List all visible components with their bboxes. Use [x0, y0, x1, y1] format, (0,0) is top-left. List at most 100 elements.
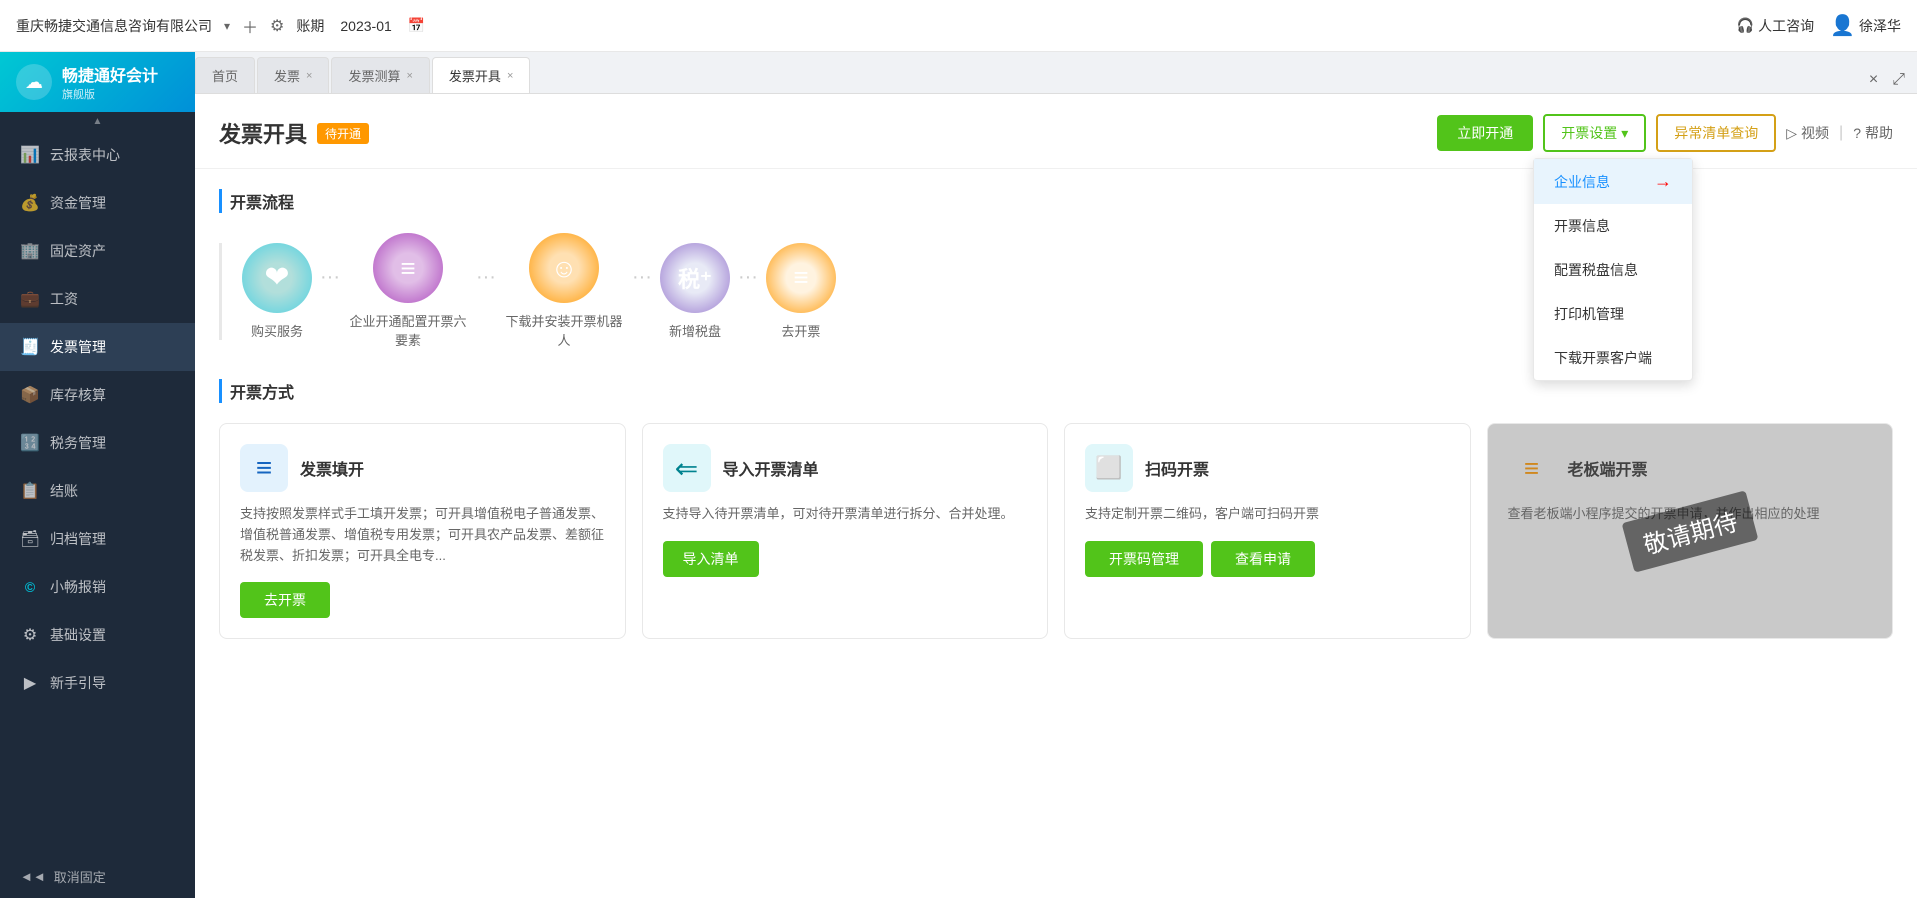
invoice-mgmt-icon: 🧾 — [20, 337, 40, 357]
logo-text: 畅捷通好会计 — [62, 62, 158, 86]
sidebar-item-basic-settings[interactable]: ⚙ 基础设置 — [0, 611, 195, 659]
period-value: 2023-01 — [340, 18, 391, 34]
step5-icon: ≡ — [766, 243, 836, 313]
method-card-scan: ⬜ 扫码开票 支持定制开票二维码，客户端可扫码开票 开票码管理 查看申请 — [1064, 423, 1471, 639]
company-dropdown-icon[interactable]: ▾ — [224, 19, 230, 33]
headphone-icon: 🎧 — [1737, 17, 1754, 34]
video-label: 视频 — [1801, 123, 1829, 143]
sidebar-label-accounting: 结账 — [50, 481, 78, 501]
sidebar-scroll-up[interactable]: ▲ — [0, 112, 195, 131]
invoice-info-label: 开票信息 — [1554, 216, 1610, 236]
sidebar-label-fixed-assets: 固定资产 — [50, 241, 106, 261]
sidebar-label-new-guide: 新手引导 — [50, 673, 106, 693]
human-consult[interactable]: 🎧 人工咨询 — [1737, 16, 1814, 36]
logo-icon: ☁ — [16, 64, 52, 100]
step3-symbol: ☺ — [551, 253, 578, 284]
sidebar-item-accounting[interactable]: 📋 结账 — [0, 467, 195, 515]
consult-label: 人工咨询 — [1758, 16, 1814, 36]
go-invoice-button[interactable]: 去开票 — [240, 582, 330, 618]
method-card-fill: ≡ 发票填开 支持按照发票样式手工填开发票；可开具增值税电子普通发票、增值税普通… — [219, 423, 626, 639]
methods-section: 开票方式 ≡ 发票填开 支持按照发票样式手工填开发票；可开具增值税电子普通发票、… — [195, 379, 1917, 659]
help-button[interactable]: ? 帮助 — [1853, 123, 1893, 143]
method-card-boss: ≡ 老板端开票 查看老板端小程序提交的开票申请，并作出相应的处理 敬请期待 — [1487, 423, 1894, 639]
printer-mgmt-label: 打印机管理 — [1554, 304, 1624, 324]
scan-icon: ⬜ — [1085, 444, 1133, 492]
dropdown-item-invoice-info[interactable]: 开票信息 — [1534, 204, 1692, 248]
settings-icon[interactable]: ⚙ — [270, 16, 284, 36]
step1-symbol: ❤ — [264, 260, 289, 295]
help-icon: ? — [1853, 125, 1861, 141]
sidebar-label-cloud-reports: 云报表中心 — [50, 145, 120, 165]
step2-label: 企业开通配置开票六要素 — [348, 311, 468, 349]
video-button[interactable]: ▷ 视频 — [1786, 123, 1829, 143]
xiaochang-icon: © — [20, 579, 40, 595]
tab-invoice-close[interactable]: × — [306, 70, 312, 82]
dropdown-item-tax-config[interactable]: 配置税盘信息 — [1534, 248, 1692, 292]
sidebar-nav: 📊 云报表中心 💰 资金管理 🏢 固定资产 💼 工资 🧾 发票管理 📦 — [0, 131, 195, 855]
user-name: 徐泽华 — [1859, 16, 1901, 36]
dropdown-item-printer-mgmt[interactable]: 打印机管理 — [1534, 292, 1692, 336]
tab-home[interactable]: 首页 — [195, 57, 255, 93]
content-area: 首页 发票 × 发票测算 × 发票开具 × × ⤢ — [195, 52, 1917, 898]
sidebar-item-archive[interactable]: 🗃 归档管理 — [0, 515, 195, 563]
arrow-4: ··· — [738, 266, 758, 289]
import-list-button[interactable]: 导入清单 — [663, 541, 759, 577]
invoice-settings-label: 开票设置 — [1561, 123, 1617, 143]
sidebar-item-salary[interactable]: 💼 工资 — [0, 275, 195, 323]
sidebar: ☁ 畅捷通好会计 旗舰版 ▲ 📊 云报表中心 💰 资金管理 🏢 固定资产 💼 — [0, 52, 195, 898]
view-apply-button[interactable]: 查看申请 — [1211, 541, 1315, 577]
sidebar-item-cloud-reports[interactable]: 📊 云报表中心 — [0, 131, 195, 179]
cancel-fixed-label: 取消固定 — [54, 867, 106, 886]
page-title-area: 发票开具 待开通 — [219, 117, 369, 149]
tab-invoice[interactable]: 发票 × — [257, 57, 329, 93]
methods-grid: ≡ 发票填开 支持按照发票样式手工填开发票；可开具增值税电子普通发票、增值税普通… — [219, 423, 1893, 639]
flow-step-5: ≡ 去开票 — [766, 243, 836, 340]
inventory-icon: 📦 — [20, 385, 40, 405]
close-window-btn[interactable]: × — [1865, 67, 1882, 93]
sidebar-item-fixed-assets[interactable]: 🏢 固定资产 — [0, 227, 195, 275]
header-right: 🎧 人工咨询 👤 徐泽华 — [1737, 13, 1901, 38]
tab-invoice-calc-close[interactable]: × — [406, 70, 412, 82]
tab-bar: 首页 发票 × 发票测算 × 发票开具 × × ⤢ — [195, 52, 1917, 94]
logo-sub: 旗舰版 — [62, 86, 158, 102]
page-title: 发票开具 — [219, 117, 307, 149]
expand-window-btn[interactable]: ⤢ — [1888, 67, 1909, 93]
play-icon: ▷ — [1786, 125, 1797, 142]
flow-step-1: ❤ 购买服务 — [242, 243, 312, 340]
open-now-button[interactable]: 立即开通 — [1437, 115, 1533, 151]
flow-step-2: ≡ 企业开通配置开票六要素 — [348, 233, 468, 349]
step4-label: 新增税盘 — [669, 321, 721, 340]
invoice-settings-button[interactable]: 开票设置 ▾ — [1543, 114, 1646, 152]
fill-icon-symbol: ≡ — [256, 452, 272, 484]
sidebar-label-fund: 资金管理 — [50, 193, 106, 213]
flow-step-1-container: ❤ 购买服务 — [219, 243, 312, 340]
sidebar-item-new-guide[interactable]: ▶ 新手引导 — [0, 659, 195, 707]
sidebar-item-fund-mgmt[interactable]: 💰 资金管理 — [0, 179, 195, 227]
cancel-fixed-btn[interactable]: ◄◄ 取消固定 — [20, 867, 175, 886]
exception-list-button[interactable]: 异常清单查询 — [1656, 114, 1776, 152]
dropdown-item-company-info[interactable]: 企业信息 → — [1534, 159, 1692, 204]
sidebar-item-inventory[interactable]: 📦 库存核算 — [0, 371, 195, 419]
archive-icon: 🗃 — [20, 529, 40, 549]
sidebar-item-invoice-mgmt[interactable]: 🧾 发票管理 — [0, 323, 195, 371]
calendar-icon[interactable]: 📅 — [408, 17, 425, 34]
fill-title: 发票填开 — [300, 456, 364, 480]
pending-badge: 敬请期待 — [1621, 490, 1758, 572]
method-card-import: ⇐ 导入开票清单 支持导入待开票清单，可对待开票清单进行拆分、合并处理。 导入清… — [642, 423, 1049, 639]
qr-manage-button[interactable]: 开票码管理 — [1085, 541, 1203, 577]
add-company-icon[interactable]: ＋ — [242, 14, 258, 38]
page-actions: 立即开通 开票设置 ▾ 异常清单查询 ▷ 视频 | ? — [1437, 114, 1893, 152]
company-name: 重庆畅捷交通信息咨询有限公司 — [16, 16, 212, 36]
tab-invoice-calc[interactable]: 发票测算 × — [331, 57, 429, 93]
step5-symbol: ≡ — [793, 262, 808, 293]
step4-symbol: 税⁺ — [678, 262, 712, 294]
arrow-3: ··· — [632, 266, 652, 289]
dropdown-item-download-client[interactable]: 下载开票客户端 — [1534, 336, 1692, 380]
tab-invoice-issue[interactable]: 发票开具 × — [432, 57, 530, 93]
import-icon-symbol: ⇐ — [675, 452, 698, 485]
sidebar-item-xiaochang[interactable]: © 小畅报销 — [0, 563, 195, 611]
user-info[interactable]: 👤 徐泽华 — [1830, 13, 1901, 38]
tab-invoice-issue-close[interactable]: × — [507, 70, 513, 82]
sidebar-item-tax-mgmt[interactable]: 🔢 税务管理 — [0, 419, 195, 467]
tax-config-label: 配置税盘信息 — [1554, 260, 1638, 280]
